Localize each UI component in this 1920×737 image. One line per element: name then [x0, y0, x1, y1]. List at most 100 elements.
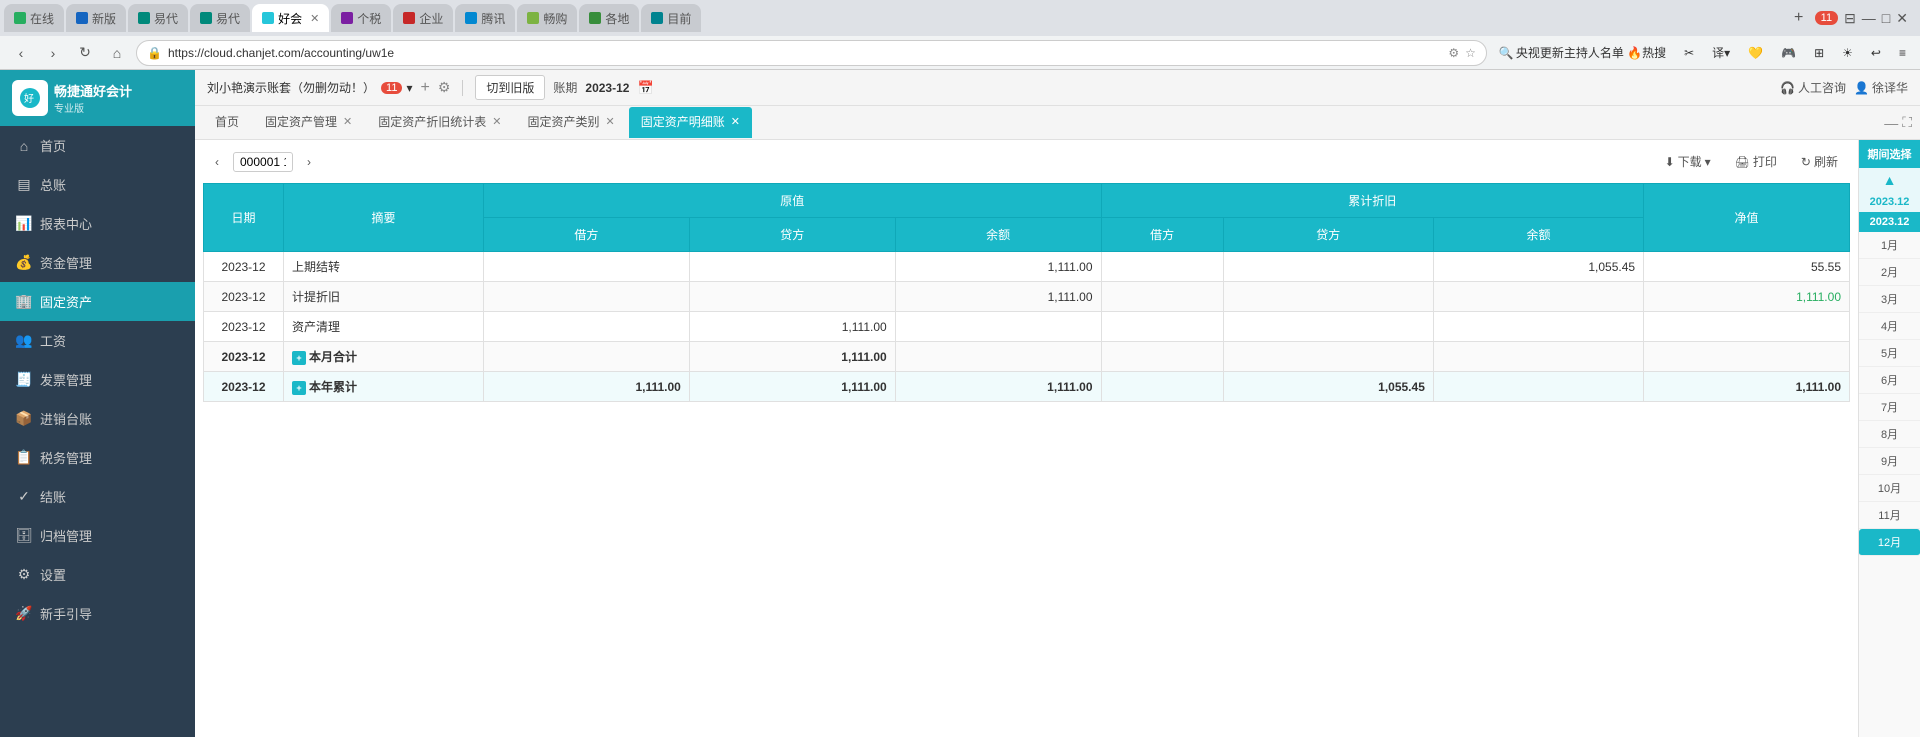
sidebar-item-fund[interactable]: 💰资金管理 — [0, 243, 195, 282]
close-window-button[interactable]: ✕ — [1896, 10, 1908, 27]
sidebar-item-fixed-assets[interactable]: 🏢固定资产 — [0, 282, 195, 321]
site-info-icon[interactable]: ⚙ — [1448, 46, 1459, 60]
account-selector[interactable]: 刘小艳演示账套（勿删勿动！） 11 ▾ — [207, 79, 412, 96]
browser-tab-tab5[interactable]: 好会✕ — [252, 4, 329, 32]
period-month-11月[interactable]: 11月 — [1859, 502, 1920, 529]
svg-text:好: 好 — [24, 93, 34, 105]
browser-tab-tab1[interactable]: 在线 — [4, 4, 64, 32]
menu-btn[interactable]: ≡ — [1893, 44, 1912, 62]
sidebar-label-guide: 新手引导 — [40, 604, 92, 623]
sidebar-item-ledger[interactable]: ▤总账 — [0, 165, 195, 204]
period-month-12月[interactable]: 12月 — [1859, 529, 1920, 556]
browser-tab-tab11[interactable]: 目前 — [641, 4, 701, 32]
undo-btn[interactable]: ↩ — [1865, 44, 1887, 62]
page-tab-close-fixed-assets-category[interactable]: ✕ — [606, 115, 615, 128]
lock-icon: 🔒 — [147, 46, 162, 60]
sidebar-item-archive[interactable]: 🗄归档管理 — [0, 516, 195, 555]
period-month-9月[interactable]: 9月 — [1859, 448, 1920, 475]
maximize-button[interactable]: □ — [1882, 10, 1890, 26]
cell-summary-3: +本月合计 — [284, 342, 484, 372]
brightness-btn[interactable]: ☀ — [1836, 44, 1859, 62]
download-label: 下载 — [1678, 153, 1702, 170]
settings-icon[interactable]: ⚙ — [438, 79, 451, 96]
calendar-icon[interactable]: 📅 — [637, 80, 653, 96]
browser-tab-tab7[interactable]: 企业 — [393, 4, 453, 32]
period-month-8月[interactable]: 8月 — [1859, 421, 1920, 448]
period-month-7月[interactable]: 7月 — [1859, 394, 1920, 421]
refresh-btn[interactable]: ↻ 刷新 — [1793, 150, 1846, 173]
refresh-label: 刷新 — [1814, 153, 1838, 170]
reload-button[interactable]: ↻ — [72, 40, 98, 66]
switch-version-btn[interactable]: 切到旧版 — [475, 75, 545, 100]
page-tab-fixed-assets-detail[interactable]: 固定资产明细账✕ — [629, 107, 752, 138]
page-tab-close-fixed-assets-detail[interactable]: ✕ — [731, 115, 740, 128]
sidebar-item-guide[interactable]: 🚀新手引导 — [0, 594, 195, 633]
page-tab-label-fixed-assets-category: 固定资产类别 — [527, 113, 599, 130]
sidebar-label-stock: 进销台账 — [40, 409, 92, 428]
main-content: 刘小艳演示账套（勿删勿动！） 11 ▾ + ⚙ 切到旧版 账期 2023-12 … — [195, 70, 1920, 737]
print-btn[interactable]: 🖨 打印 — [1727, 150, 1785, 173]
page-tab-fixed-assets-mgmt[interactable]: 固定资产管理✕ — [253, 107, 364, 138]
sidebar-item-settings[interactable]: ⚙设置 — [0, 555, 195, 594]
browser-tab-tab10[interactable]: 各地 — [579, 4, 639, 32]
browser-tab-tab6[interactable]: 个税 — [331, 4, 391, 32]
minimize-panel-btn[interactable]: — — [1884, 115, 1898, 131]
bookmark-icon[interactable]: ☆ — [1465, 46, 1476, 60]
download-btn[interactable]: ⬇ 下载 ▾ — [1657, 150, 1719, 173]
period-month-2月[interactable]: 2月 — [1859, 259, 1920, 286]
prev-page-btn[interactable]: ‹ — [207, 152, 227, 172]
wallet-btn[interactable]: 💛 — [1742, 44, 1769, 62]
page-tab-home[interactable]: 首页 — [203, 107, 251, 138]
page-tab-close-fixed-assets-mgmt[interactable]: ✕ — [343, 115, 352, 128]
sidebar: 好 畅捷通好会计 专业版 ⌂首页▤总账📊报表中心💰资金管理🏢固定资产👥工资🧾发票… — [0, 70, 195, 737]
account-dropdown-icon[interactable]: ▾ — [406, 81, 412, 95]
cell-date-3: 2023-12 — [204, 342, 284, 372]
expand-panel-btn[interactable]: ⛶ — [1902, 114, 1912, 131]
sidebar-item-tax[interactable]: 📋税务管理 — [0, 438, 195, 477]
browser-tab-tab3[interactable]: 易代 — [128, 4, 188, 32]
page-tab-fixed-assets-depreciation[interactable]: 固定资产折旧统计表✕ — [366, 107, 513, 138]
grid-btn[interactable]: ⊞ — [1808, 44, 1830, 62]
minimize-button[interactable]: — — [1862, 10, 1876, 26]
th-accum-debit: 借方 — [1101, 218, 1223, 252]
sidebar-item-report[interactable]: 📊报表中心 — [0, 204, 195, 243]
period-month-1月[interactable]: 1月 — [1859, 232, 1920, 259]
browser-tab-tab9[interactable]: 畅购 — [517, 4, 577, 32]
scissors-btn[interactable]: ✂ — [1678, 44, 1700, 62]
next-page-btn[interactable]: › — [299, 152, 319, 172]
period-month-6月[interactable]: 6月 — [1859, 367, 1920, 394]
support-btn[interactable]: 🎧 人工咨询 — [1780, 79, 1846, 96]
extensions-count[interactable]: 11 — [1815, 11, 1838, 25]
tab-strip-icon[interactable]: ⊟ — [1844, 10, 1856, 27]
period-month-3月[interactable]: 3月 — [1859, 286, 1920, 313]
user-btn[interactable]: 👤 徐译华 — [1854, 79, 1908, 96]
add-account-btn[interactable]: + — [420, 79, 429, 97]
cell-summary-1: 计提折旧 — [284, 282, 484, 312]
browser-tab-tab2[interactable]: 新版 — [66, 4, 126, 32]
browser-tab-tab4[interactable]: 易代 — [190, 4, 250, 32]
gamepad-btn[interactable]: 🎮 — [1775, 44, 1802, 62]
page-number-input[interactable] — [233, 152, 293, 172]
search-bar[interactable]: 🔍 央视更新主持人名单 🔥热搜 — [1493, 42, 1672, 63]
sidebar-item-salary[interactable]: 👥工资 — [0, 321, 195, 360]
sidebar-item-invoice[interactable]: 🧾发票管理 — [0, 360, 195, 399]
translate-btn[interactable]: 译▾ — [1706, 42, 1736, 63]
period-month-10月[interactable]: 10月 — [1859, 475, 1920, 502]
home-nav-button[interactable]: ⌂ — [104, 40, 130, 66]
period-month-4月[interactable]: 4月 — [1859, 313, 1920, 340]
cell-accum-credit-4: 1,055.45 — [1223, 372, 1433, 402]
cell-accum-debit-0 — [1101, 252, 1223, 282]
sidebar-item-settle[interactable]: ✓结账 — [0, 477, 195, 516]
address-box[interactable]: 🔒 https://cloud.chanjet.com/accounting/u… — [136, 40, 1487, 66]
sidebar-item-stock[interactable]: 📦进销台账 — [0, 399, 195, 438]
new-tab-button[interactable]: + — [1785, 4, 1813, 32]
page-tab-fixed-assets-category[interactable]: 固定资产类别 ✕ — [515, 107, 626, 138]
sidebar-item-home[interactable]: ⌂首页 — [0, 126, 195, 165]
cell-summary-4: +本年累计 — [284, 372, 484, 402]
page-tab-close-fixed-assets-depreciation[interactable]: ✕ — [492, 115, 501, 128]
period-month-5月[interactable]: 5月 — [1859, 340, 1920, 367]
period-scroll-up[interactable]: ▲ — [1859, 168, 1920, 192]
browser-tab-tab8[interactable]: 腾讯 — [455, 4, 515, 32]
forward-button[interactable]: › — [40, 40, 66, 66]
back-button[interactable]: ‹ — [8, 40, 34, 66]
